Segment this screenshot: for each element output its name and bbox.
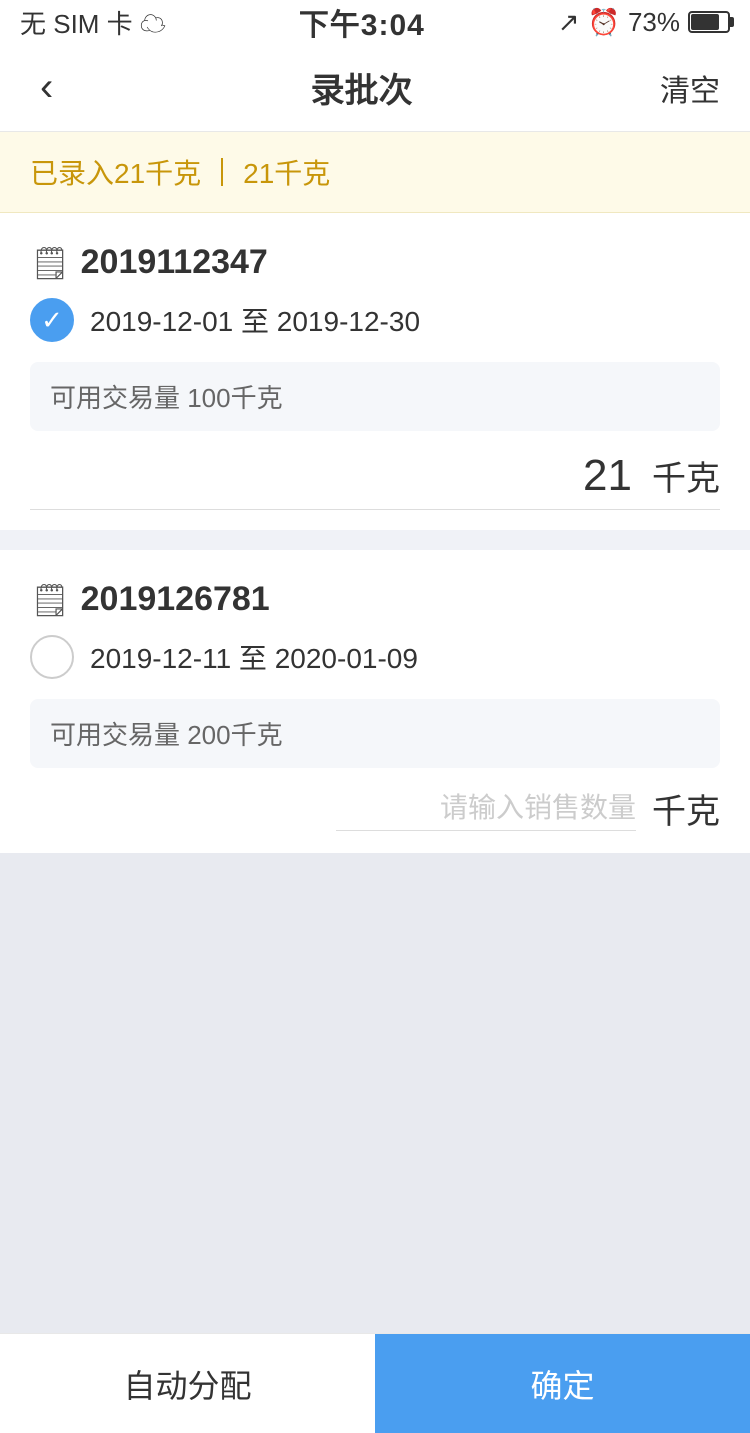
batch-1-date: 2019-12-01 至 2019-12-30 [90,300,420,340]
batch-1-unit: 千克 [652,451,720,500]
nav-bar: ‹ 录批次 清空 [0,44,750,132]
back-button[interactable]: ‹ [30,55,63,120]
page-title: 录批次 [311,63,413,112]
status-right: ↗ ⏰ 73% [558,7,730,38]
info-banner: 已录入21千克 21千克 [0,132,750,213]
batch-2-header: 🗒 2019126781 [30,580,720,619]
separator-1 [0,530,750,550]
no-sim-label: 无 SIM 卡 ☁ [20,4,166,41]
recorded-label: 已录入21千克 [30,152,201,192]
info-divider [221,158,223,186]
alarm-icon: ⏰ [588,7,620,38]
status-bar: 无 SIM 卡 ☁ 下午3:04 ↗ ⏰ 73% [0,0,750,44]
status-left: 无 SIM 卡 ☁ [20,4,166,41]
main-content: 已录入21千克 21千克 🗒 2019112347 ✓ 2019-12-01 至… [0,132,750,1333]
batch-item-1: 🗒 2019112347 ✓ 2019-12-01 至 2019-12-30 可… [0,213,750,431]
batch-1-header: 🗒 2019112347 [30,243,720,282]
batch-2-input-row: 千克 [0,768,750,853]
batch-1-quantity-display: 21 千克 [0,431,750,530]
batch-2-quantity-input[interactable] [336,787,636,831]
confirm-button[interactable]: 确定 [375,1334,750,1433]
check-icon: ✓ [41,307,63,333]
batch-2-unit: 千克 [652,784,720,833]
batch-1-quantity-section: 21 千克 [0,431,750,530]
batch-1-quantity-number: 21 [583,451,632,501]
batch-1-available: 可用交易量 100千克 [30,362,720,431]
auto-distribute-button[interactable]: 自动分配 [0,1334,375,1433]
battery-icon [688,11,730,33]
batch-1-date-row: ✓ 2019-12-01 至 2019-12-30 [30,298,720,342]
status-time: 下午3:04 [299,0,425,44]
recorded-value: 21千克 [243,152,330,192]
gray-area [0,853,750,1333]
batch-2-quantity-section: 千克 [0,768,750,853]
batch-2-icon: 🗒 [30,581,71,619]
batch-1-id: 2019112347 [81,243,268,282]
batch-2-available: 可用交易量 200千克 [30,699,720,768]
clear-button[interactable]: 清空 [660,66,720,110]
batch-2-date-row: 2019-12-11 至 2020-01-09 [30,635,720,679]
bottom-bar: 自动分配 确定 [0,1333,750,1433]
batch-1-icon: 🗒 [30,244,71,282]
batch-item-2: 🗒 2019126781 2019-12-11 至 2020-01-09 可用交… [0,550,750,768]
location-icon: ↗ [558,7,580,38]
battery-percent: 73% [628,7,680,38]
batch-2-radio[interactable] [30,635,74,679]
batch-1-radio[interactable]: ✓ [30,298,74,342]
batch-2-date: 2019-12-11 至 2020-01-09 [90,637,418,677]
batch-2-id: 2019126781 [81,580,270,619]
